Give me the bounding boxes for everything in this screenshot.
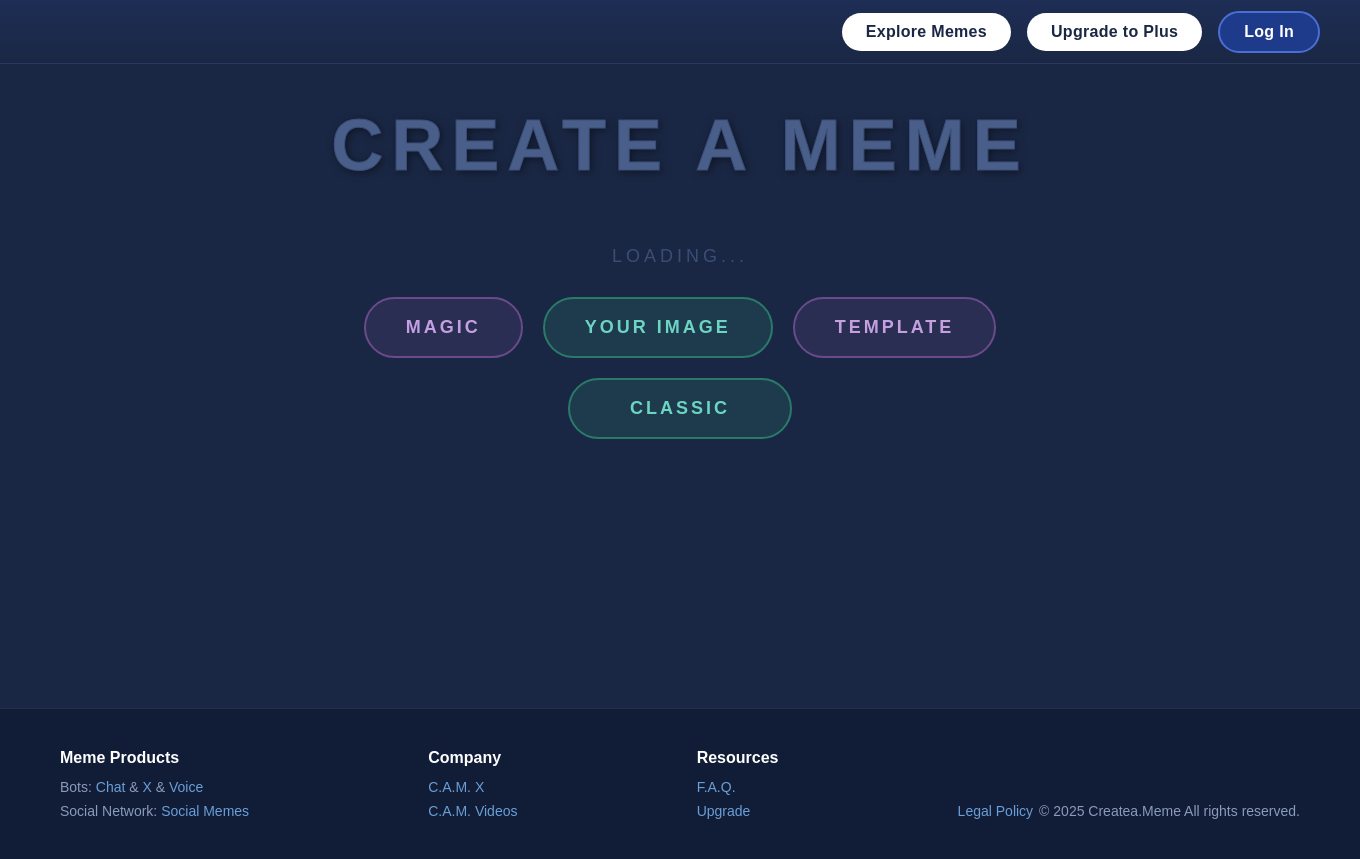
social-label: Social Network:: [60, 803, 157, 819]
bots-and2: &: [156, 779, 169, 795]
classic-button-row: CLASSIC: [568, 378, 792, 439]
meme-type-buttons-row: MAGIC YOUR IMAGE TEMPLATE: [364, 297, 997, 358]
footer-legal: Legal Policy © 2025 Createa.Meme All rig…: [958, 803, 1300, 819]
footer: Meme Products Bots: Chat & X & Voice Soc…: [0, 708, 1360, 859]
footer-copyright: © 2025 Createa.Meme All rights reserved.: [1039, 803, 1300, 819]
header: Explore Memes Upgrade to Plus Log In: [0, 0, 1360, 64]
bots-label: Bots:: [60, 779, 92, 795]
your-image-button[interactable]: YOUR IMAGE: [543, 297, 773, 358]
explore-memes-button[interactable]: Explore Memes: [842, 13, 1011, 51]
magic-button[interactable]: MAGIC: [364, 297, 523, 358]
bots-chat-link[interactable]: Chat: [96, 779, 126, 795]
faq-link[interactable]: F.A.Q.: [697, 779, 779, 795]
template-button[interactable]: TEMPLATE: [793, 297, 997, 358]
footer-company: Company C.A.M. X C.A.M. Videos: [428, 749, 517, 819]
main-content: CREATE A MEME LOADING... MAGIC YOUR IMAG…: [0, 64, 1360, 708]
page-title: CREATE A MEME: [331, 104, 1028, 186]
footer-social-text: Social Network: Social Memes: [60, 803, 249, 819]
classic-button[interactable]: CLASSIC: [568, 378, 792, 439]
social-memes-link[interactable]: Social Memes: [161, 803, 249, 819]
loading-subtitle: LOADING...: [612, 246, 748, 267]
log-in-button[interactable]: Log In: [1218, 11, 1320, 53]
upgrade-to-plus-button[interactable]: Upgrade to Plus: [1027, 13, 1202, 51]
legal-policy-link[interactable]: Legal Policy: [958, 803, 1034, 819]
cam-x-link[interactable]: C.A.M. X: [428, 779, 517, 795]
upgrade-link[interactable]: Upgrade: [697, 803, 779, 819]
footer-products-heading: Meme Products: [60, 749, 249, 767]
footer-bots-text: Bots: Chat & X & Voice: [60, 779, 249, 795]
footer-company-heading: Company: [428, 749, 517, 767]
footer-resources-heading: Resources: [697, 749, 779, 767]
bots-and1: &: [129, 779, 142, 795]
footer-products: Meme Products Bots: Chat & X & Voice Soc…: [60, 749, 249, 819]
bots-voice-link[interactable]: Voice: [169, 779, 203, 795]
bots-x-link[interactable]: X: [143, 779, 152, 795]
cam-videos-link[interactable]: C.A.M. Videos: [428, 803, 517, 819]
footer-resources: Resources F.A.Q. Upgrade: [697, 749, 779, 819]
